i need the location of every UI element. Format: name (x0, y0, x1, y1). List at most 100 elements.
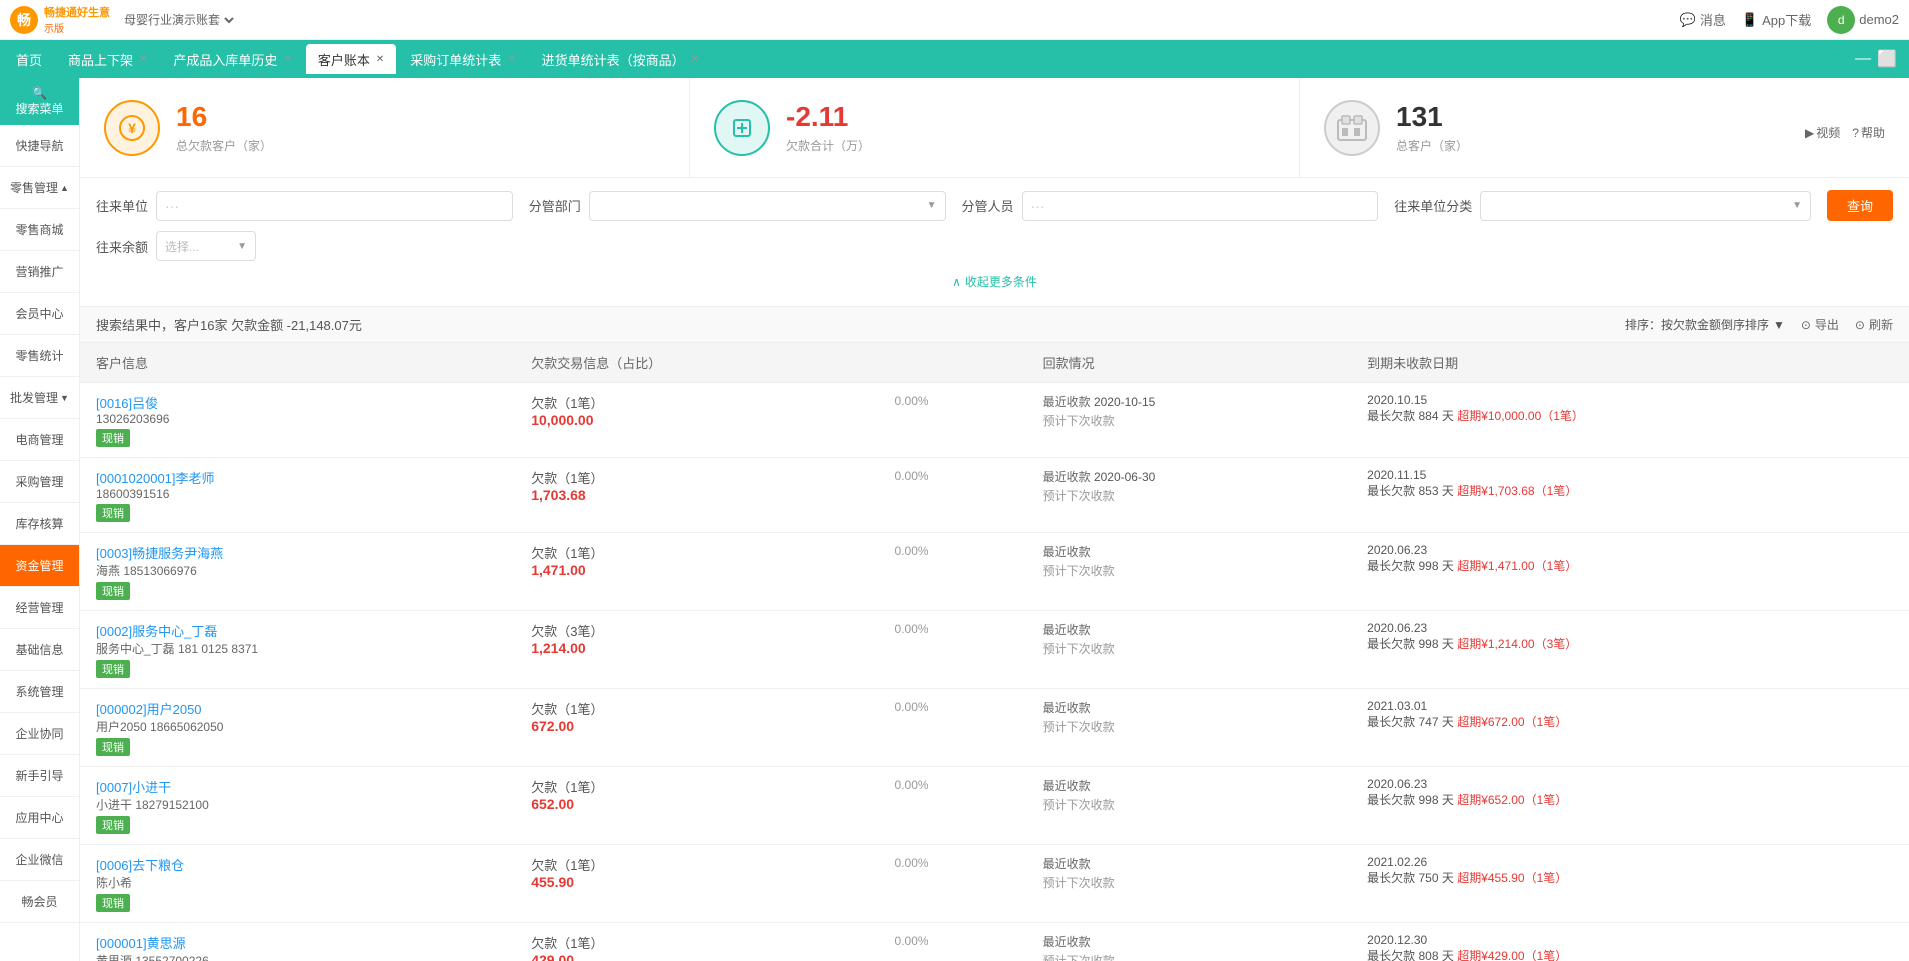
overdue-days: 最长欠款 853 天 (1367, 484, 1457, 498)
customer-name-link[interactable]: [0002]服务中心_丁磊 (96, 621, 499, 640)
sidebar-item-new-guide[interactable]: 新手引导 (0, 755, 79, 797)
help-btn[interactable]: ? 帮助 (1852, 124, 1885, 141)
sidebar-item-capital[interactable]: 资金管理 (0, 545, 79, 587)
supplier-input[interactable]: ··· (156, 191, 513, 221)
debt-amount[interactable]: 652.00 (531, 796, 862, 812)
cell-collection-4: 最近收款 预计下次收款 (1027, 689, 1352, 767)
tab-customer-account[interactable]: 客户账本 ✕ (306, 44, 396, 74)
overdue-days: 最长欠款 998 天 (1367, 637, 1457, 651)
debt-customers-number: 16 (176, 101, 272, 133)
debt-amount[interactable]: 455.90 (531, 874, 862, 890)
customer-name-link[interactable]: [0001020001]李老师 (96, 468, 499, 487)
message-button[interactable]: 💬 消息 (1680, 10, 1726, 29)
close-icon[interactable]: ✕ (691, 54, 699, 65)
tab-products-off[interactable]: 商品上下架 ✕ (56, 44, 159, 74)
sidebar-item-retail-mall[interactable]: 零售商城 (0, 209, 79, 251)
filter-balance: 往来余额 选择... ▼ (96, 231, 256, 261)
overdue-amount-link[interactable]: 超期¥429.00（1笔） (1457, 949, 1567, 961)
total-customers-icon (1324, 100, 1380, 156)
export-button[interactable]: ⊙ 导出 (1801, 316, 1839, 333)
category-select[interactable]: ▼ (1480, 191, 1811, 221)
tenant-select[interactable]: 母婴行业演示账套 (120, 12, 237, 28)
overdue-date: 2021.02.26 (1367, 855, 1893, 869)
cell-customer-info-6: [0006]去下粮仓 陈小希 现销 (80, 845, 515, 923)
dept-select[interactable]: ▼ (589, 191, 946, 221)
chevron-down-icon: ▼ (927, 200, 937, 211)
debt-amount[interactable]: 1,471.00 (531, 562, 862, 578)
close-icon[interactable]: ✕ (507, 54, 515, 65)
next-collect: 预计下次收款 (1043, 874, 1336, 891)
customer-name-link[interactable]: [000002]用户2050 (96, 699, 499, 718)
search-button[interactable]: 查询 (1827, 190, 1893, 221)
overdue-amount-link[interactable]: 超期¥455.90（1笔） (1457, 871, 1567, 885)
overdue-date: 2020.06.23 (1367, 543, 1893, 557)
logo-text: 畅捷通好生意 示版 (44, 4, 110, 35)
debt-amount[interactable]: 1,214.00 (531, 640, 862, 656)
collapse-button[interactable]: ∧ 收起更多条件 (96, 269, 1893, 294)
sidebar-item-retail-mgmt[interactable]: 零售管理 ▲ (0, 167, 79, 209)
customer-table: 客户信息 欠款交易信息（占比） 回款情况 到期未收款日期 [0016]吕俊 13… (80, 343, 1909, 961)
maximize-icon[interactable]: ⬜ (1877, 49, 1897, 69)
sidebar-item-ecommerce[interactable]: 电商管理 (0, 419, 79, 461)
debt-count: 欠款（1笔） (531, 855, 862, 874)
sidebar-item-inventory[interactable]: 库存核算 (0, 503, 79, 545)
tab-home[interactable]: 首页 (4, 44, 54, 74)
minimize-icon[interactable]: — (1855, 50, 1871, 68)
customer-name-link[interactable]: [0016]吕俊 (96, 393, 499, 412)
debt-amount[interactable]: 429.00 (531, 952, 862, 961)
sort-select[interactable]: 排序：按欠款金额倒序排序 ▼ (1625, 316, 1785, 333)
table-row: [0003]畅捷服务尹海燕 海燕 18513066976 现销 欠款（1笔） 1… (80, 533, 1909, 611)
customer-name-link[interactable]: [000001]黄思源 (96, 933, 499, 952)
table-row: [0001020001]李老师 18600391516 现销 欠款（1笔） 1,… (80, 458, 1909, 533)
cell-customer-info-2: [0003]畅捷服务尹海燕 海燕 18513066976 现销 (80, 533, 515, 611)
sidebar-item-system-mgmt[interactable]: 系统管理 (0, 671, 79, 713)
stat-card-actions: ▶ 视频 ? 帮助 (1805, 114, 1885, 141)
tab-purchase-stats[interactable]: 进货单统计表（按商品） ✕ (530, 44, 711, 74)
debt-count: 欠款（1笔） (531, 468, 862, 487)
overdue-amount-link[interactable]: 超期¥1,703.68（1笔） (1457, 484, 1577, 498)
cell-overdue-4: 2021.03.01 最长欠款 747 天 超期¥672.00（1笔） (1351, 689, 1909, 767)
customer-name-link[interactable]: [0003]畅捷服务尹海燕 (96, 543, 499, 562)
sidebar-item-app-center[interactable]: 应用中心 (0, 797, 79, 839)
sidebar-item-batch-mgmt[interactable]: 批发管理 ▼ (0, 377, 79, 419)
customer-name-link[interactable]: [0007]小进干 (96, 777, 499, 796)
sidebar-item-vip-member[interactable]: 畅会员 (0, 881, 79, 923)
sidebar-item-member-center[interactable]: 会员中心 (0, 293, 79, 335)
customer-tag: 现销 (96, 582, 130, 600)
cell-debt-pct-7: 0.00% (879, 923, 1027, 961)
close-icon[interactable]: ✕ (139, 54, 147, 65)
sidebar-item-quick-nav[interactable]: 快捷导航 (0, 125, 79, 167)
person-input[interactable]: ··· (1022, 191, 1379, 221)
debt-amount[interactable]: 10,000.00 (531, 412, 862, 428)
chevron-down-icon: ▼ (237, 241, 247, 252)
sidebar-item-enterprise-wx[interactable]: 企业微信 (0, 839, 79, 881)
chevron-down-icon: ▼ (60, 393, 69, 403)
tab-purchase-order[interactable]: 采购订单统计表 ✕ (398, 44, 527, 74)
overdue-amount-link[interactable]: 超期¥1,214.00（3笔） (1457, 637, 1577, 651)
debt-amount[interactable]: 1,703.68 (531, 487, 862, 503)
sidebar-item-marketing[interactable]: 营销推广 (0, 251, 79, 293)
close-icon[interactable]: ✕ (283, 54, 291, 65)
overdue-amount-link[interactable]: 超期¥672.00（1笔） (1457, 715, 1567, 729)
tab-produce-history[interactable]: 产成品入库单历史 ✕ (161, 44, 303, 74)
close-icon[interactable]: ✕ (376, 54, 384, 65)
balance-select[interactable]: 选择... ▼ (156, 231, 256, 261)
customer-phone: 海燕 18513066976 (96, 562, 499, 579)
sidebar-item-operations[interactable]: 经营管理 (0, 587, 79, 629)
overdue-amount-link[interactable]: 超期¥652.00（1笔） (1457, 793, 1567, 807)
overdue-amount-link[interactable]: 超期¥1,471.00（1笔） (1457, 559, 1577, 573)
sidebar-search[interactable]: 🔍 搜索菜单 (0, 78, 79, 125)
user-menu[interactable]: d demo2 (1827, 6, 1899, 34)
debt-count: 欠款（1笔） (531, 543, 862, 562)
cell-debt-pct-6: 0.00% (879, 845, 1027, 923)
overdue-amount-link[interactable]: 超期¥10,000.00（1笔） (1457, 409, 1584, 423)
app-download-button[interactable]: 📱 App下载 (1742, 10, 1811, 29)
sidebar-item-purchase-mgmt[interactable]: 采购管理 (0, 461, 79, 503)
sidebar-item-enterprise-coop[interactable]: 企业协同 (0, 713, 79, 755)
video-btn[interactable]: ▶ 视频 (1805, 124, 1840, 141)
refresh-button[interactable]: ⊙ 刷新 (1855, 316, 1893, 333)
sidebar-item-retail-stats[interactable]: 零售统计 (0, 335, 79, 377)
debt-amount[interactable]: 672.00 (531, 718, 862, 734)
customer-name-link[interactable]: [0006]去下粮仓 (96, 855, 499, 874)
sidebar-item-basic-info[interactable]: 基础信息 (0, 629, 79, 671)
